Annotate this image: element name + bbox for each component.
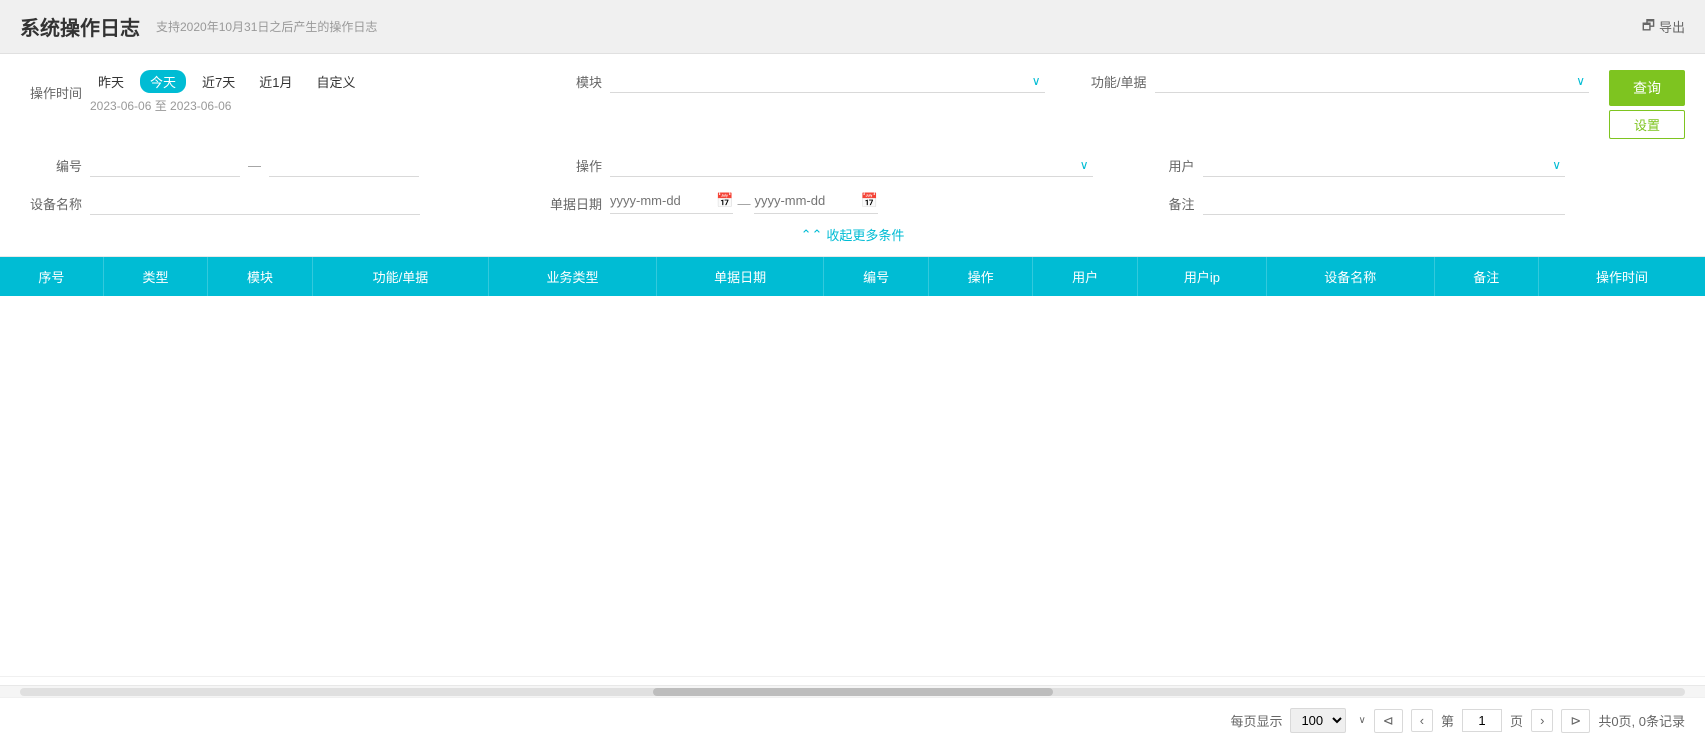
export-icon: 🗗 bbox=[1642, 15, 1655, 39]
date-dash: — bbox=[737, 196, 750, 211]
time-options-group: 昨天 今天 近7天 近1月 自定义 2023-06-06 至 2023-06-0… bbox=[90, 70, 364, 114]
col-user: 用户 bbox=[1033, 257, 1137, 296]
next-page-button[interactable]: › bbox=[1531, 709, 1553, 732]
calendar-from-icon[interactable]: 📅 bbox=[716, 192, 733, 209]
operation-label: 操作 bbox=[540, 156, 610, 175]
remark-label: 备注 bbox=[1133, 194, 1203, 213]
empty-data bbox=[0, 296, 1705, 676]
filter-row-2: 编号 — 操作 ∨ 用户 ∨ bbox=[20, 153, 1685, 177]
page-number-input[interactable] bbox=[1462, 709, 1502, 732]
data-table: 序号 类型 模块 功能/单据 业务类型 单据日期 编号 操作 用户 用户ip 设… bbox=[0, 257, 1705, 677]
time-btn-custom[interactable]: 自定义 bbox=[309, 70, 364, 93]
date-from-wrap: 📅 bbox=[610, 192, 733, 214]
col-biz-type: 业务类型 bbox=[489, 257, 657, 296]
col-module: 模块 bbox=[208, 257, 312, 296]
serial-label: 编号 bbox=[20, 156, 90, 175]
page-subtitle: 支持2020年10月31日之后产生的操作日志 bbox=[156, 18, 377, 35]
user-select[interactable]: ∨ bbox=[1203, 154, 1566, 177]
module-select[interactable]: ∨ bbox=[610, 70, 1045, 93]
remark-filter: 备注 bbox=[1133, 191, 1686, 215]
voucher-date-label: 单据日期 bbox=[540, 194, 610, 213]
serial-dash: — bbox=[248, 158, 261, 173]
collapse-button[interactable]: ⌃⌃ 收起更多条件 bbox=[801, 225, 905, 244]
page-header: 系统操作日志 支持2020年10月31日之后产生的操作日志 🗗 导出 bbox=[0, 0, 1705, 54]
time-btn-today[interactable]: 今天 bbox=[140, 70, 186, 93]
page-prefix-label: 第 bbox=[1441, 711, 1454, 730]
date-to-input[interactable] bbox=[754, 193, 854, 208]
col-type: 类型 bbox=[103, 257, 207, 296]
user-chevron-icon: ∨ bbox=[1552, 158, 1561, 172]
time-btn-yesterday[interactable]: 昨天 bbox=[90, 70, 132, 93]
time-btn-1month[interactable]: 近1月 bbox=[251, 70, 300, 93]
module-filter: 模块 ∨ bbox=[540, 70, 1045, 93]
page-title: 系统操作日志 bbox=[20, 12, 140, 41]
scrollbar-area[interactable] bbox=[0, 685, 1705, 697]
collapse-row: ⌃⌃ 收起更多条件 bbox=[20, 219, 1685, 246]
serial-filter: 编号 — bbox=[20, 153, 500, 177]
col-operation: 操作 bbox=[928, 257, 1032, 296]
calendar-to-icon[interactable]: 📅 bbox=[860, 192, 877, 209]
filter-area: 操作时间 昨天 今天 近7天 近1月 自定义 2023-06-06 至 2023… bbox=[0, 54, 1705, 257]
action-buttons: 查询 设置 bbox=[1609, 70, 1685, 139]
per-page-chevron-icon: ∨ bbox=[1358, 715, 1365, 726]
settings-button[interactable]: 设置 bbox=[1609, 110, 1685, 139]
date-from-input[interactable] bbox=[610, 193, 710, 208]
device-label: 设备名称 bbox=[20, 194, 90, 213]
table-header-row: 序号 类型 模块 功能/单据 业务类型 单据日期 编号 操作 用户 用户ip 设… bbox=[0, 257, 1705, 296]
scrollbar-thumb[interactable] bbox=[653, 688, 1053, 696]
device-filter: 设备名称 bbox=[20, 191, 500, 215]
table-wrapper: 序号 类型 模块 功能/单据 业务类型 单据日期 编号 操作 用户 用户ip 设… bbox=[0, 257, 1705, 685]
operation-time-filter: 操作时间 昨天 今天 近7天 近1月 自定义 2023-06-06 至 2023… bbox=[20, 70, 500, 114]
per-page-select[interactable]: 100 50 20 bbox=[1290, 708, 1346, 733]
first-page-button[interactable]: ⊲ bbox=[1374, 709, 1403, 733]
voucher-date-filter: 单据日期 📅 — 📅 bbox=[540, 192, 1093, 214]
operation-filter: 操作 ∨ bbox=[540, 154, 1093, 177]
col-serial: 序号 bbox=[0, 257, 103, 296]
collapse-label: 收起更多条件 bbox=[826, 225, 904, 244]
serial-from-input[interactable] bbox=[90, 153, 240, 177]
function-filter: 功能/单据 ∨ bbox=[1085, 70, 1590, 93]
pagination: 每页显示 100 50 20 ∨ ⊲ ‹ 第 页 › ⊳ 共0页, 0条记录 bbox=[0, 697, 1705, 743]
serial-to-input[interactable] bbox=[269, 153, 419, 177]
scrollbar-track bbox=[20, 688, 1685, 696]
operation-select[interactable]: ∨ bbox=[610, 154, 1093, 177]
page-suffix-label: 页 bbox=[1510, 711, 1523, 730]
export-button[interactable]: 🗗 导出 bbox=[1642, 15, 1685, 39]
function-select[interactable]: ∨ bbox=[1155, 70, 1590, 93]
operation-chevron-icon: ∨ bbox=[1080, 158, 1089, 172]
empty-row bbox=[0, 296, 1705, 676]
user-label: 用户 bbox=[1133, 156, 1203, 175]
remark-input[interactable] bbox=[1203, 191, 1566, 215]
operation-time-label: 操作时间 bbox=[20, 83, 90, 102]
module-chevron-icon: ∨ bbox=[1032, 74, 1041, 88]
col-voucher-date: 单据日期 bbox=[656, 257, 824, 296]
table-body bbox=[0, 296, 1705, 676]
device-input[interactable] bbox=[90, 191, 420, 215]
user-filter: 用户 ∨ bbox=[1133, 154, 1686, 177]
collapse-icon: ⌃⌃ bbox=[801, 227, 823, 243]
table-header: 序号 类型 模块 功能/单据 业务类型 单据日期 编号 操作 用户 用户ip 设… bbox=[0, 257, 1705, 296]
module-label: 模块 bbox=[540, 72, 610, 91]
col-user-ip: 用户ip bbox=[1137, 257, 1266, 296]
function-label: 功能/单据 bbox=[1085, 72, 1155, 91]
col-serial-no: 编号 bbox=[824, 257, 928, 296]
time-range-display: 2023-06-06 至 2023-06-06 bbox=[90, 97, 364, 114]
date-to-wrap: 📅 bbox=[754, 192, 877, 214]
prev-page-button[interactable]: ‹ bbox=[1411, 709, 1433, 732]
col-device: 设备名称 bbox=[1266, 257, 1434, 296]
function-chevron-icon: ∨ bbox=[1576, 74, 1585, 88]
last-page-button[interactable]: ⊳ bbox=[1561, 709, 1590, 733]
col-remark: 备注 bbox=[1434, 257, 1538, 296]
query-button[interactable]: 查询 bbox=[1609, 70, 1685, 106]
per-page-label: 每页显示 bbox=[1230, 711, 1282, 730]
time-btn-7days[interactable]: 近7天 bbox=[194, 70, 243, 93]
time-buttons: 昨天 今天 近7天 近1月 自定义 bbox=[90, 70, 364, 93]
filter-row-1: 操作时间 昨天 今天 近7天 近1月 自定义 2023-06-06 至 2023… bbox=[20, 70, 1685, 139]
total-info: 共0页, 0条记录 bbox=[1598, 711, 1685, 730]
filter-row-3: 设备名称 单据日期 📅 — 📅 备注 bbox=[20, 191, 1685, 215]
col-function: 功能/单据 bbox=[312, 257, 488, 296]
col-op-time: 操作时间 bbox=[1539, 257, 1705, 296]
